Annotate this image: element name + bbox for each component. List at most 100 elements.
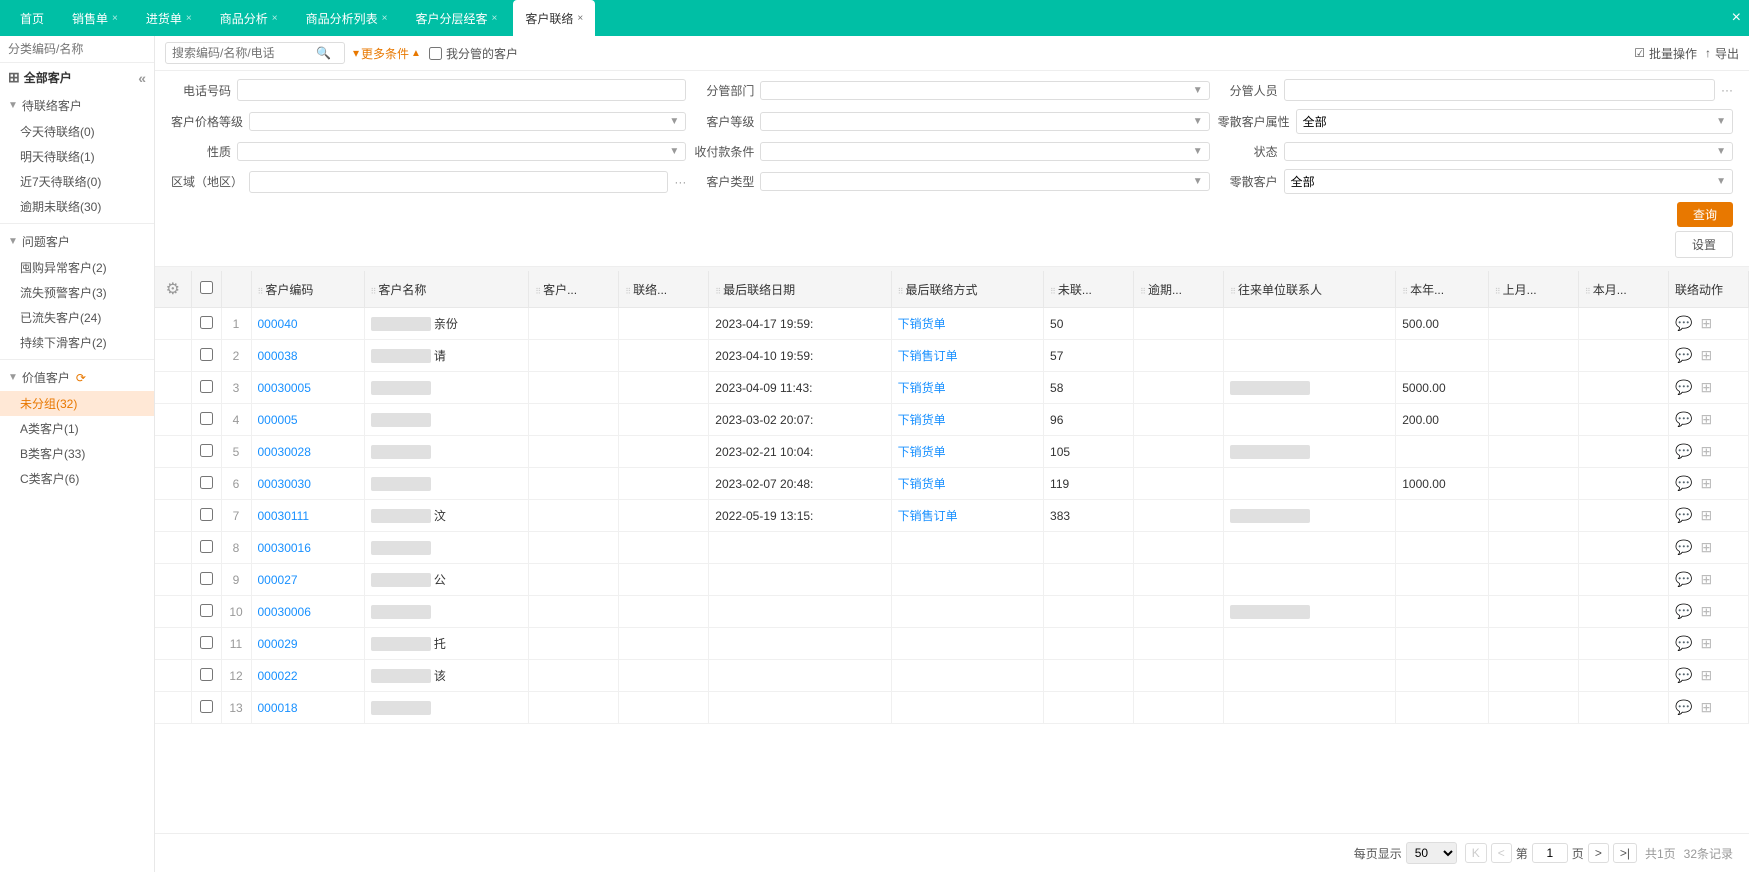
search-icon[interactable]: 🔍 [316, 46, 331, 60]
last-way-link[interactable]: 下销售订单 [898, 509, 958, 523]
row-checkbox[interactable] [200, 444, 213, 457]
sidebar-item-7days[interactable]: 近7天待联络(0) [0, 169, 154, 194]
grid-action-icon[interactable]: ⊞ [1700, 379, 1712, 396]
sidebar-group-problem[interactable]: ▼ 问题客户 [0, 228, 154, 255]
row-checkbox[interactable] [200, 348, 213, 361]
cell-checkbox[interactable] [191, 436, 221, 468]
cell-last-way[interactable] [891, 596, 1043, 628]
cell-code[interactable]: 000038 [251, 340, 364, 372]
sidebar-item-abnormal[interactable]: 囤购异常客户(2) [0, 255, 154, 280]
payment-select[interactable]: ▼ [760, 142, 1209, 161]
last-way-link[interactable]: 下销货单 [898, 413, 946, 427]
sidebar-item-silent[interactable]: 持续下滑客户(2) [0, 330, 154, 355]
row-checkbox[interactable] [200, 636, 213, 649]
phone-input[interactable] [237, 79, 686, 101]
dept-select[interactable]: ▼ [760, 81, 1209, 100]
cell-last-way[interactable] [891, 628, 1043, 660]
grid-action-icon[interactable]: ⊞ [1700, 475, 1712, 492]
col-name[interactable]: ⠿客户名称 [364, 271, 529, 308]
chat-icon[interactable]: 💬 [1675, 347, 1692, 364]
col-setting[interactable]: ⚙ [155, 271, 191, 308]
cell-checkbox[interactable] [191, 532, 221, 564]
grid-action-icon[interactable]: ⊞ [1700, 667, 1712, 684]
sidebar-group-value[interactable]: ▼ 价值客户 ⟳ [0, 364, 154, 391]
grid-action-icon[interactable]: ⊞ [1700, 411, 1712, 428]
close-sales-icon[interactable]: × [112, 13, 118, 24]
col-cust-type[interactable]: ⠿客户... [529, 271, 619, 308]
sidebar-item-a-class[interactable]: A类客户(1) [0, 416, 154, 441]
export-btn[interactable]: ↑ 导出 [1705, 45, 1739, 62]
cell-last-way[interactable] [891, 532, 1043, 564]
nav-tab-purchase[interactable]: 进货单 × [134, 0, 204, 36]
cell-code[interactable]: 000027 [251, 564, 364, 596]
last-way-link[interactable]: 下销货单 [898, 317, 946, 331]
grid-action-icon[interactable]: ⊞ [1700, 347, 1712, 364]
row-checkbox[interactable] [200, 572, 213, 585]
col-last-date[interactable]: ⠿最后联络日期 [709, 271, 891, 308]
cell-checkbox[interactable] [191, 468, 221, 500]
cell-code[interactable]: 00030030 [251, 468, 364, 500]
cell-code[interactable]: 00030111 [251, 500, 364, 532]
query-button[interactable]: 查询 [1677, 202, 1733, 227]
col-overdue[interactable]: ⠿逾期... [1134, 271, 1224, 308]
row-checkbox[interactable] [200, 540, 213, 553]
chat-icon[interactable]: 💬 [1675, 603, 1692, 620]
cust-level-select[interactable]: ▼ [760, 112, 1209, 131]
chat-icon[interactable]: 💬 [1675, 507, 1692, 524]
cell-code[interactable]: 000005 [251, 404, 364, 436]
nav-tab-customer-seg[interactable]: 客户分层经客 × [403, 0, 509, 36]
chat-icon[interactable]: 💬 [1675, 411, 1692, 428]
nav-tab-analysis[interactable]: 商品分析 × [208, 0, 290, 36]
row-checkbox[interactable] [200, 380, 213, 393]
nature-select[interactable]: ▼ [237, 142, 686, 161]
nav-tab-home[interactable]: 首页 [8, 0, 56, 36]
row-checkbox[interactable] [200, 508, 213, 521]
cell-last-way[interactable]: 下销货单 [891, 468, 1043, 500]
grid-action-icon[interactable]: ⊞ [1700, 571, 1712, 588]
last-way-link[interactable]: 下销货单 [898, 445, 946, 459]
cell-code[interactable]: 000040 [251, 308, 364, 340]
cell-code[interactable]: 00030016 [251, 532, 364, 564]
sidebar-search-input[interactable] [8, 42, 155, 56]
sidebar-all-customers[interactable]: ⊞ 全部客户 « [0, 63, 154, 92]
refresh-icon[interactable]: ⟳ [76, 371, 86, 385]
chat-icon[interactable]: 💬 [1675, 635, 1692, 652]
chat-icon[interactable]: 💬 [1675, 315, 1692, 332]
cell-checkbox[interactable] [191, 628, 221, 660]
grid-action-icon[interactable]: ⊞ [1700, 603, 1712, 620]
nav-tab-analysis-list[interactable]: 商品分析列表 × [294, 0, 400, 36]
cell-code[interactable]: 000018 [251, 692, 364, 724]
sidebar-item-today[interactable]: 今天待联络(0) [0, 119, 154, 144]
cell-code[interactable]: 000022 [251, 660, 364, 692]
col-un-contact[interactable]: ⠿未联... [1044, 271, 1134, 308]
col-partner[interactable]: ⠿往来单位联系人 [1224, 271, 1396, 308]
cell-last-way[interactable]: 下销货单 [891, 436, 1043, 468]
cell-code[interactable]: 000029 [251, 628, 364, 660]
sidebar-item-c-class[interactable]: C类客户(6) [0, 466, 154, 491]
grid-action-icon[interactable]: ⊞ [1700, 699, 1712, 716]
status-select[interactable]: ▼ [1284, 142, 1733, 161]
chat-icon[interactable]: 💬 [1675, 443, 1692, 460]
row-checkbox[interactable] [200, 316, 213, 329]
my-customers-checkbox[interactable] [429, 47, 442, 60]
sidebar-group-pending[interactable]: ▼ 待联络客户 [0, 92, 154, 119]
sidebar-item-overdue[interactable]: 逾期未联络(30) [0, 194, 154, 219]
sidebar-item-ungroup[interactable]: 未分组(32) [0, 391, 154, 416]
col-this-month[interactable]: ⠿本月... [1578, 271, 1668, 308]
cell-checkbox[interactable] [191, 372, 221, 404]
grid-action-icon[interactable]: ⊞ [1700, 315, 1712, 332]
area-dots-btn[interactable]: ··· [674, 175, 686, 189]
close-all-icon[interactable]: × [1732, 9, 1741, 27]
row-checkbox[interactable] [200, 476, 213, 489]
grid-action-icon[interactable]: ⊞ [1700, 443, 1712, 460]
chat-icon[interactable]: 💬 [1675, 379, 1692, 396]
row-checkbox[interactable] [200, 604, 213, 617]
cell-checkbox[interactable] [191, 660, 221, 692]
price-level-select[interactable]: ▼ [249, 112, 686, 131]
row-checkbox[interactable] [200, 412, 213, 425]
reset-button[interactable]: 设置 [1675, 231, 1733, 258]
more-filters-btn[interactable]: ▾ 更多条件 ▲ [353, 45, 421, 62]
retail-cust-select[interactable]: 全部 ▼ [1284, 169, 1733, 194]
page-input[interactable] [1532, 843, 1568, 863]
sidebar-item-b-class[interactable]: B类客户(33) [0, 441, 154, 466]
